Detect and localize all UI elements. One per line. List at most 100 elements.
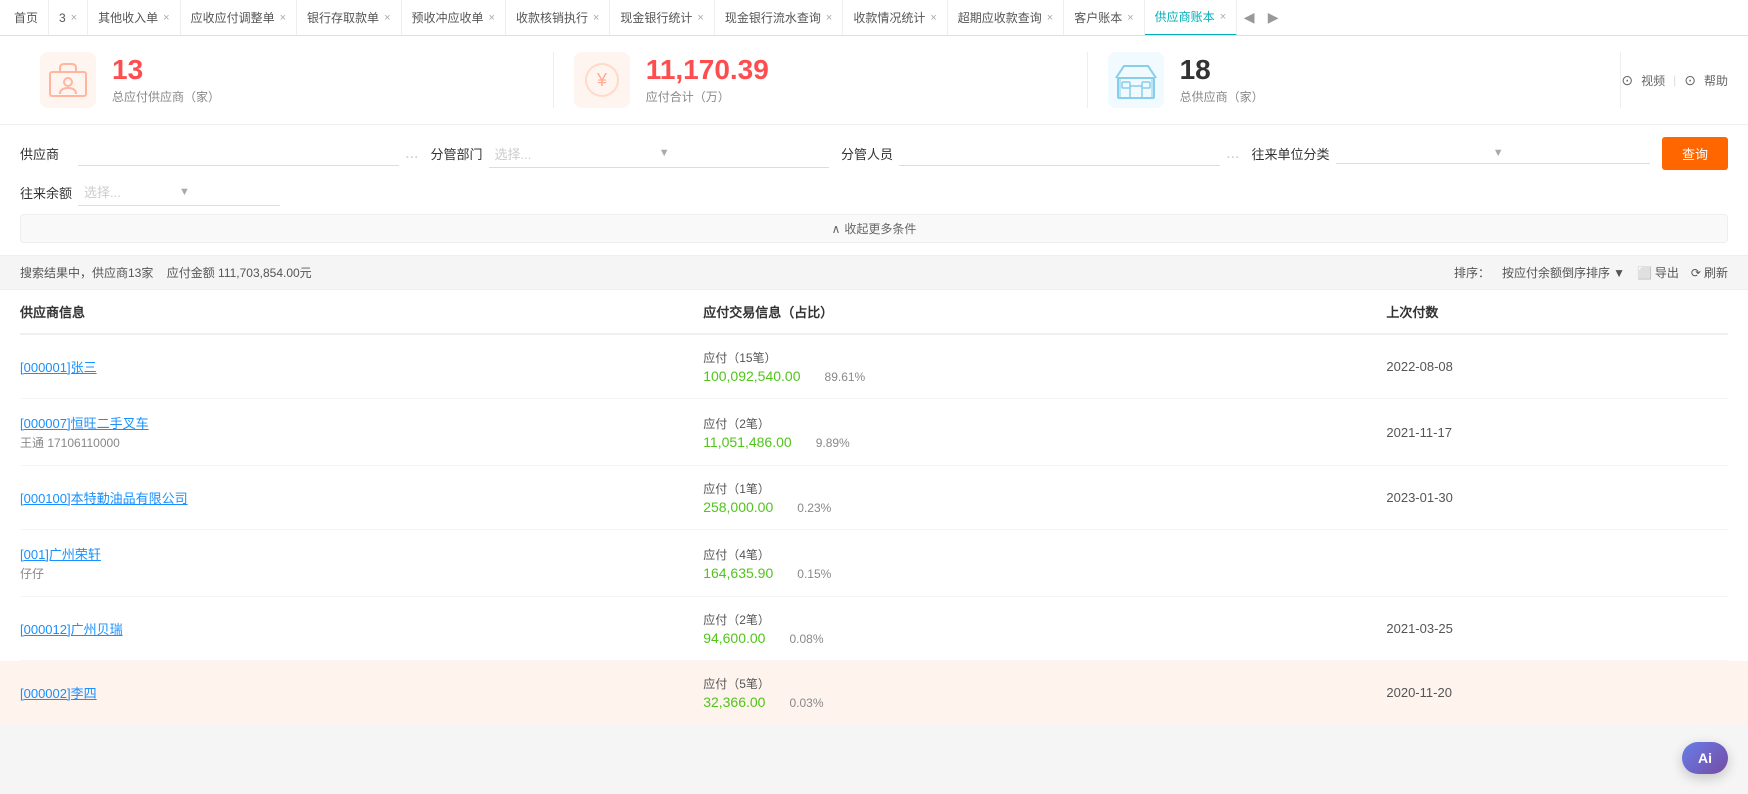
nav-tab-ar-ap-adjust-close[interactable]: × bbox=[280, 12, 286, 24]
payable-amount-label: 应付合计（万） bbox=[646, 88, 769, 105]
filter-person: 分管人员 ... bbox=[841, 142, 1240, 166]
summary-card-payable-suppliers: 13 总应付供应商（家） bbox=[20, 52, 554, 108]
nav-tab-ar-ap-adjust-label: 应收应付调整单 bbox=[191, 9, 275, 26]
nav-next-arrow[interactable]: ▶ bbox=[1261, 0, 1285, 36]
nav-tab-receipt-verify[interactable]: 收款核销执行 × bbox=[506, 0, 610, 36]
total-suppliers-number: 18 bbox=[1180, 56, 1264, 84]
nav-tab-customer-ledger[interactable]: 客户账本 × bbox=[1064, 0, 1144, 36]
table-row: [000001]张三 应付（15笔） 100,092,540.00 89.61%… bbox=[20, 335, 1728, 399]
person-filter-input[interactable] bbox=[899, 142, 1220, 166]
nav-tab-home[interactable]: 首页 bbox=[4, 0, 49, 36]
last-payment-5: 2021-03-25 bbox=[1386, 621, 1728, 636]
supplier-link-5[interactable]: [000012]广州贝瑞 bbox=[20, 619, 703, 638]
nav-tab-pre-receivable-close[interactable]: × bbox=[489, 12, 495, 24]
amount-percent-3: 0.23% bbox=[797, 501, 831, 515]
nav-tab-other-income[interactable]: 其他收入单 × bbox=[88, 0, 180, 36]
supplier-filter-input[interactable] bbox=[78, 142, 399, 166]
category-filter-select[interactable]: ▼ bbox=[1336, 143, 1650, 164]
nav-tab-receipt-stat-close[interactable]: × bbox=[930, 12, 936, 24]
person-filter-dots[interactable]: ... bbox=[1226, 145, 1239, 163]
nav-tab-pre-receivable[interactable]: 预收冲应收单 × bbox=[402, 0, 506, 36]
video-link[interactable]: 视频 bbox=[1641, 72, 1665, 89]
circle-icon-2: ⊙ bbox=[1684, 72, 1696, 89]
amount-value-4: 164,635.90 bbox=[703, 565, 773, 581]
nav-tab-supplier-ledger-label: 供应商账本 bbox=[1155, 8, 1215, 25]
amount-label-4: 应付（4笔） bbox=[703, 546, 1386, 563]
nav-tab-receipt-stat-label: 收款情况统计 bbox=[853, 9, 925, 26]
help-link[interactable]: 帮助 bbox=[1704, 72, 1728, 89]
nav-prev-arrow[interactable]: ◀ bbox=[1237, 0, 1261, 36]
supplier-link-1[interactable]: [000001]张三 bbox=[20, 357, 703, 376]
nav-tab-overdue-ar-close[interactable]: × bbox=[1047, 12, 1053, 24]
balance-filter-select[interactable]: 选择... ▼ bbox=[78, 178, 280, 206]
col-header-supplier: 供应商信息 bbox=[20, 302, 703, 321]
amount-value-3: 258,000.00 bbox=[703, 499, 773, 515]
table-row: [001]广州荣轩 仔仔 应付（4笔） 164,635.90 0.15% bbox=[20, 530, 1728, 597]
total-suppliers-label: 总供应商（家） bbox=[1180, 88, 1264, 105]
summary-info-payable: 13 总应付供应商（家） bbox=[112, 56, 220, 105]
dept-filter-placeholder: 选择... bbox=[495, 144, 659, 163]
supplier-link-6[interactable]: [000002]李四 bbox=[20, 683, 703, 702]
collapse-button[interactable]: ∧ 收起更多条件 bbox=[20, 214, 1728, 243]
balance-filter-arrow: ▼ bbox=[179, 186, 274, 198]
nav-tab-bank-deposit-label: 银行存取款单 bbox=[307, 9, 379, 26]
date-6: 2020-11-20 bbox=[1386, 685, 1452, 700]
supplier-link-2[interactable]: [000007]恒旺二手叉车 bbox=[20, 413, 703, 432]
supplier-link-3[interactable]: [000100]本特勤油品有限公司 bbox=[20, 488, 703, 507]
nav-tab-3-close[interactable]: × bbox=[71, 12, 77, 24]
nav-tab-pre-receivable-label: 预收冲应收单 bbox=[412, 9, 484, 26]
nav-tab-cash-bank-flow-close[interactable]: × bbox=[826, 12, 832, 24]
nav-tab-overdue-ar[interactable]: 超期应收款查询 × bbox=[948, 0, 1064, 36]
ai-badge[interactable]: Ai bbox=[1682, 742, 1728, 774]
nav-tab-cash-bank-stat[interactable]: 现金银行统计 × bbox=[610, 0, 714, 36]
svg-text:¥: ¥ bbox=[596, 70, 608, 90]
supplier-link-4[interactable]: [001]广州荣轩 bbox=[20, 544, 703, 563]
nav-tab-receipt-verify-close[interactable]: × bbox=[593, 12, 599, 24]
dept-filter-select[interactable]: 选择... ▼ bbox=[489, 140, 829, 168]
summary-card-total-suppliers: 18 总供应商（家） bbox=[1088, 52, 1622, 108]
nav-tab-supplier-ledger-close[interactable]: × bbox=[1220, 11, 1226, 23]
sort-value: 按应付余额倒序排序 bbox=[1502, 264, 1610, 281]
amount-value-5: 94,600.00 bbox=[703, 630, 765, 646]
supplier-icon bbox=[40, 52, 96, 108]
supplier-info-4: [001]广州荣轩 仔仔 bbox=[20, 544, 703, 582]
filter-dept: 分管部门 选择... ▼ bbox=[431, 140, 830, 168]
search-button[interactable]: 查询 bbox=[1662, 137, 1728, 170]
last-payment-1: 2022-08-08 bbox=[1386, 359, 1728, 374]
nav-tab-ar-ap-adjust[interactable]: 应收应付调整单 × bbox=[181, 0, 297, 36]
nav-tab-cash-bank-flow-label: 现金银行流水查询 bbox=[725, 9, 821, 26]
filter-row-1: 供应商 ... 分管部门 选择... ▼ 分管人员 ... 往来单位分类 ▼ bbox=[20, 137, 1728, 170]
amount-label-5: 应付（2笔） bbox=[703, 611, 1386, 628]
supplier-info-5: [000012]广州贝瑞 bbox=[20, 619, 703, 638]
nav-tab-receipt-stat[interactable]: 收款情况统计 × bbox=[843, 0, 947, 36]
table-row: [000007]恒旺二手叉车 王通 17106110000 应付（2笔） 11,… bbox=[20, 399, 1728, 466]
amount-group-2: 应付（2笔） 11,051,486.00 9.89% bbox=[703, 415, 1386, 450]
nav-tab-cash-bank-stat-close[interactable]: × bbox=[697, 12, 703, 24]
nav-tab-other-income-close[interactable]: × bbox=[163, 12, 169, 24]
amount-value-2: 11,051,486.00 bbox=[703, 434, 792, 450]
last-payment-6: 2020-11-20 bbox=[1386, 685, 1728, 700]
nav-tab-cash-bank-flow[interactable]: 现金银行流水查询 × bbox=[715, 0, 843, 36]
results-summary: 搜索结果中，供应商13家 应付金额 111,703,854.00元 bbox=[20, 264, 312, 281]
amount-group-5: 应付（2笔） 94,600.00 0.08% bbox=[703, 611, 1386, 646]
sort-button[interactable]: 按应付余额倒序排序 ▼ bbox=[1502, 264, 1625, 281]
nav-tab-3[interactable]: 3 × bbox=[49, 0, 88, 36]
payable-suppliers-label: 总应付供应商（家） bbox=[112, 88, 220, 105]
summary-info-amount: 11,170.39 应付合计（万） bbox=[646, 56, 769, 105]
payable-amount-number: 11,170.39 bbox=[646, 56, 769, 84]
nav-tab-bank-deposit[interactable]: 银行存取款单 × bbox=[297, 0, 401, 36]
nav-tab-bank-deposit-close[interactable]: × bbox=[384, 12, 390, 24]
export-button[interactable]: ⬜ 导出 bbox=[1637, 264, 1679, 281]
supplier-sub-4: 仔仔 bbox=[20, 565, 703, 582]
dept-filter-label: 分管部门 bbox=[431, 144, 483, 163]
supplier-info-1: [000001]张三 bbox=[20, 357, 703, 376]
nav-tab-supplier-ledger[interactable]: 供应商账本 × bbox=[1145, 0, 1237, 36]
supplier-filter-dots[interactable]: ... bbox=[405, 145, 418, 163]
supplier-filter-label: 供应商 bbox=[20, 144, 72, 163]
nav-tab-customer-ledger-close[interactable]: × bbox=[1127, 12, 1133, 24]
date-5: 2021-03-25 bbox=[1386, 621, 1453, 636]
amount-group-4: 应付（4笔） 164,635.90 0.15% bbox=[703, 546, 1386, 581]
refresh-button[interactable]: ⟳ 刷新 bbox=[1691, 264, 1728, 281]
supplier-info-3: [000100]本特勤油品有限公司 bbox=[20, 488, 703, 507]
filter-supplier: 供应商 ... bbox=[20, 142, 419, 166]
